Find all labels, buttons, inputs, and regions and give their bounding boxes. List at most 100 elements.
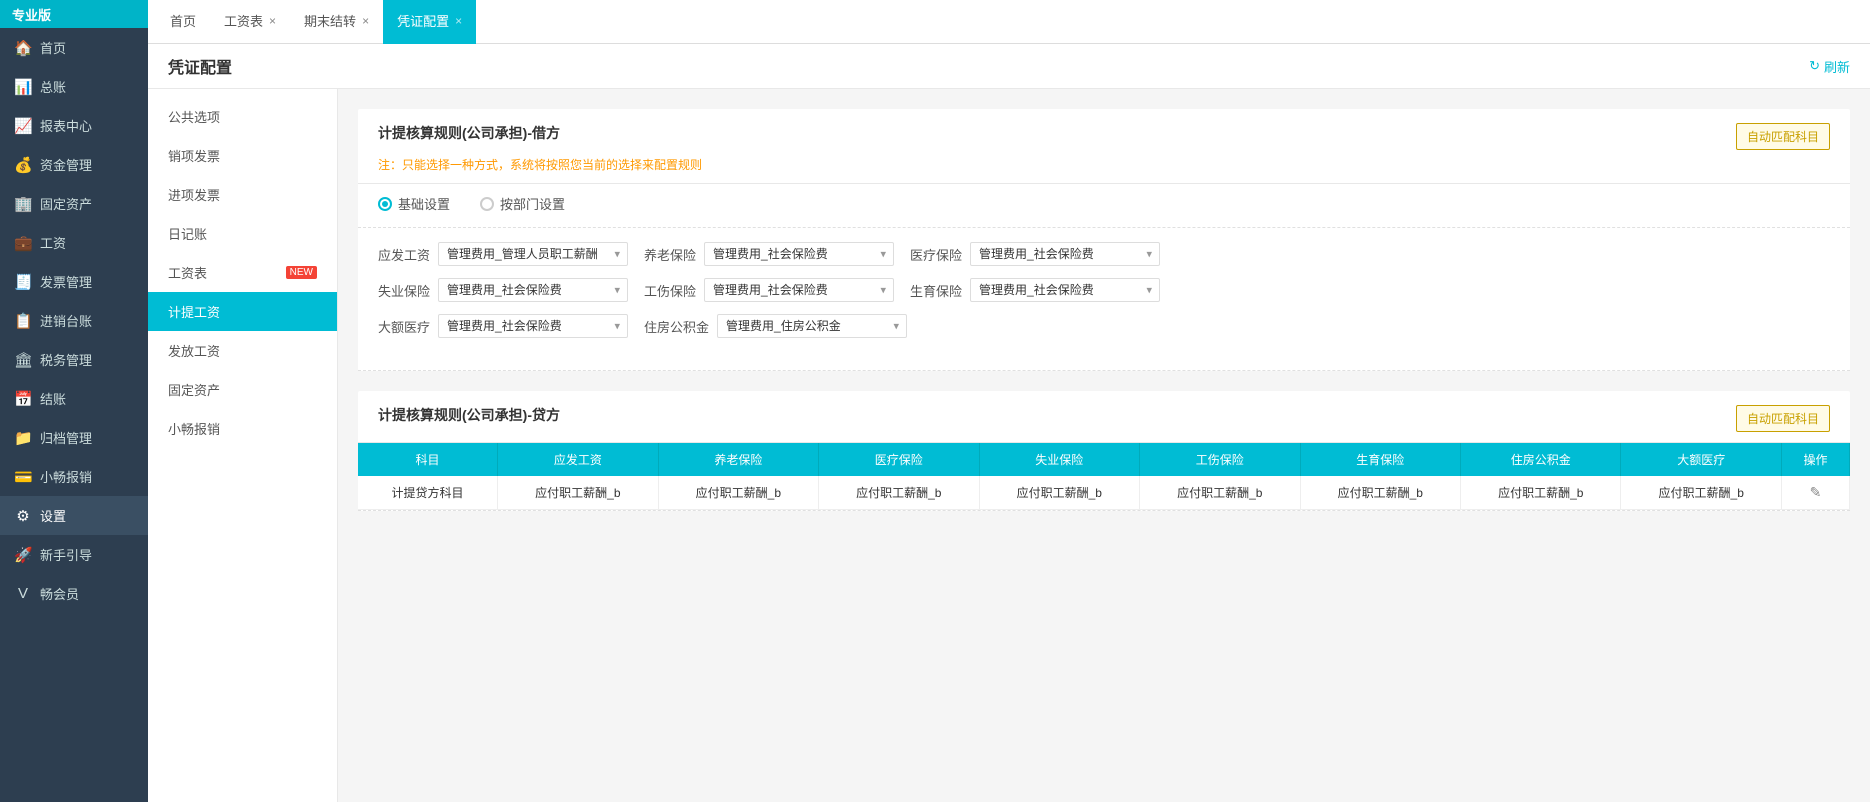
- form-row-3: 大额医疗 管理费用_社会保险费 住房公积金 管理费用_住: [378, 314, 1830, 338]
- tab-voucher-config[interactable]: 凭证配置×: [383, 0, 476, 44]
- archive-management-icon: 📁: [14, 429, 32, 447]
- radio-basic-label: 基础设置: [398, 194, 450, 213]
- table-cell-0-4: 应付职工薪酬_b: [979, 476, 1139, 510]
- label-salary: 应发工资: [378, 245, 430, 264]
- app-title: 专业版: [12, 5, 51, 24]
- select-large-medical-wrapper: 管理费用_社会保险费: [438, 314, 628, 338]
- th-应发工资: 应发工资: [498, 443, 658, 476]
- table-action-0[interactable]: ✎: [1781, 476, 1849, 510]
- th-生育保险: 生育保险: [1300, 443, 1460, 476]
- sidebar-label-archive-management: 归档管理: [40, 428, 92, 447]
- sidebar-item-purchase-sales[interactable]: 📋进销台账: [0, 301, 148, 340]
- sidebar-item-invoice-management[interactable]: 🧾发票管理: [0, 262, 148, 301]
- select-injury[interactable]: 管理费用_社会保险费: [704, 278, 894, 302]
- label-maternity: 生育保险: [910, 281, 962, 300]
- debit-section-title: 计提核算规则(公司承担)-借方: [378, 123, 560, 143]
- radio-group: 基础设置 按部门设置: [358, 184, 1850, 223]
- th-住房公积金: 住房公积金: [1461, 443, 1621, 476]
- tab-home[interactable]: 首页: [156, 0, 210, 44]
- new-badge-salary-table: NEW: [286, 266, 317, 279]
- sidebar-label-general-ledger: 总账: [40, 77, 66, 96]
- sidebar-item-guide[interactable]: 🚀新手引导: [0, 535, 148, 574]
- sidebar-label-fund-management: 资金管理: [40, 155, 92, 174]
- sidebar-item-report-center[interactable]: 📈报表中心: [0, 106, 148, 145]
- table-cell-0-8: 应付职工薪酬_b: [1621, 476, 1781, 510]
- credit-auto-match-button[interactable]: 自动匹配科目: [1736, 405, 1830, 432]
- left-nav-label-journal: 日记账: [168, 224, 207, 243]
- sidebar-item-salary[interactable]: 💼工资: [0, 223, 148, 262]
- sidebar: 专业版 🏠首页📊总账📈报表中心💰资金管理🏢固定资产💼工资🧾发票管理📋进销台账 🏛 税…: [0, 0, 148, 802]
- field-housing-fund: 住房公积金 管理费用_住房公积金: [644, 314, 907, 338]
- select-housing-fund[interactable]: 管理费用_住房公积金: [717, 314, 907, 338]
- tab-salary-table[interactable]: 工资表×: [210, 0, 290, 44]
- form-row-2: 失业保险 管理费用_社会保险费 工伤保险 管理费用_社会: [378, 278, 1830, 302]
- select-pension-wrapper: 管理费用_社会保险费: [704, 242, 894, 266]
- left-nav-item-pay-salary[interactable]: 发放工资: [148, 331, 337, 370]
- refresh-button[interactable]: ↻ 刷新: [1809, 57, 1850, 76]
- radio-department[interactable]: 按部门设置: [480, 194, 565, 213]
- left-nav-item-cancel-invoice[interactable]: 销项发票: [148, 136, 337, 175]
- left-nav-item-journal[interactable]: 日记账: [148, 214, 337, 253]
- sidebar-item-general-ledger[interactable]: 📊总账: [0, 67, 148, 106]
- sidebar-item-settings[interactable]: ⚙设置: [0, 496, 148, 535]
- left-nav-item-salary-table[interactable]: 工资表NEW: [148, 253, 337, 292]
- credit-section-header: 计提核算规则(公司承担)-贷方 自动匹配科目: [358, 391, 1850, 443]
- tab-period-end[interactable]: 期末结转×: [290, 0, 383, 44]
- sidebar-item-archive-management[interactable]: 📁 归档管理: [0, 418, 148, 457]
- credit-section-actions: 自动匹配科目: [1736, 405, 1830, 432]
- th-养老保险: 养老保险: [658, 443, 818, 476]
- left-nav-item-public-options[interactable]: 公共选项: [148, 97, 337, 136]
- edit-icon-0[interactable]: ✎: [1810, 484, 1822, 500]
- left-nav-item-fixed-assets[interactable]: 固定资产: [148, 370, 337, 409]
- select-large-medical[interactable]: 管理费用_社会保险费: [438, 314, 628, 338]
- right-main: 计提核算规则(公司承担)-借方 自动匹配科目 注：只能选择一种方式，系统将按照您…: [338, 89, 1870, 802]
- fixed-assets-icon: 🏢: [14, 195, 32, 213]
- sidebar-label-tax-management: 税务管理: [40, 350, 92, 369]
- left-nav-item-payroll-accrual[interactable]: 计提工资: [148, 292, 337, 331]
- left-nav-item-small-smooth-expense[interactable]: 小畅报销: [148, 409, 337, 448]
- sidebar-item-small-smooth-expense[interactable]: 💳小畅报销: [0, 457, 148, 496]
- form-row-1: 应发工资 管理费用_管理人员职工薪酬 养老保险 管理费用: [378, 242, 1830, 266]
- sidebar-item-home[interactable]: 🏠首页: [0, 28, 148, 67]
- th-科目: 科目: [358, 443, 498, 476]
- select-medical[interactable]: 管理费用_社会保险费: [970, 242, 1160, 266]
- select-salary-wrapper: 管理费用_管理人员职工薪酬: [438, 242, 628, 266]
- left-nav-label-public-options: 公共选项: [168, 107, 220, 126]
- field-medical: 医疗保险 管理费用_社会保险费: [910, 242, 1160, 266]
- select-unemployment[interactable]: 管理费用_社会保险费: [438, 278, 628, 302]
- sidebar-label-home: 首页: [40, 38, 66, 57]
- salary-icon: 💼: [14, 234, 32, 252]
- sidebar-item-fixed-assets[interactable]: 🏢固定资产: [0, 184, 148, 223]
- label-injury: 工伤保险: [644, 281, 696, 300]
- tab-close-salary-table[interactable]: ×: [269, 14, 276, 28]
- left-nav-label-fixed-assets: 固定资产: [168, 380, 220, 399]
- tab-close-period-end[interactable]: ×: [362, 14, 369, 28]
- select-pension[interactable]: 管理费用_社会保险费: [704, 242, 894, 266]
- sidebar-label-report-center: 报表中心: [40, 116, 92, 135]
- sidebar-item-fund-management[interactable]: 💰资金管理: [0, 145, 148, 184]
- sidebar-item-member[interactable]: V畅会员: [0, 574, 148, 613]
- left-nav-label-cancel-invoice: 销项发票: [168, 146, 220, 165]
- debit-section: 计提核算规则(公司承担)-借方 自动匹配科目 注：只能选择一种方式，系统将按照您…: [358, 109, 1850, 371]
- label-medical: 医疗保险: [910, 245, 962, 264]
- sidebar-label-small-smooth-expense: 小畅报销: [40, 467, 92, 486]
- tab-label-home: 首页: [170, 11, 196, 30]
- sidebar-item-tax-management[interactable]: 🏛 税务管理: [0, 340, 148, 379]
- radio-basic[interactable]: 基础设置: [378, 194, 450, 213]
- label-large-medical: 大额医疗: [378, 317, 430, 336]
- page-title: 凭证配置: [168, 54, 232, 78]
- select-salary[interactable]: 管理费用_管理人员职工薪酬: [438, 242, 628, 266]
- main-content: 首页工资表×期末结转×凭证配置× 凭证配置 ↻ 刷新 公共选项销项发票进项发票日…: [148, 0, 1870, 802]
- debit-auto-match-button[interactable]: 自动匹配科目: [1736, 123, 1830, 150]
- select-maternity-wrapper: 管理费用_社会保险费: [970, 278, 1160, 302]
- tab-close-voucher-config[interactable]: ×: [455, 14, 462, 28]
- select-maternity[interactable]: 管理费用_社会保险费: [970, 278, 1160, 302]
- left-nav-label-payroll-accrual: 计提工资: [168, 302, 220, 321]
- tax-management-icon: 🏛: [14, 351, 32, 369]
- label-housing-fund: 住房公积金: [644, 317, 709, 336]
- sidebar-item-closing[interactable]: 📅结账: [0, 379, 148, 418]
- left-nav-item-entry-invoice[interactable]: 进项发票: [148, 175, 337, 214]
- left-nav: 公共选项销项发票进项发票日记账工资表NEW 计提工资发放工资固定资产小畅报销: [148, 89, 338, 802]
- member-icon: V: [14, 585, 32, 602]
- debit-notice: 注：只能选择一种方式，系统将按照您当前的选择来配置规则: [378, 156, 1830, 173]
